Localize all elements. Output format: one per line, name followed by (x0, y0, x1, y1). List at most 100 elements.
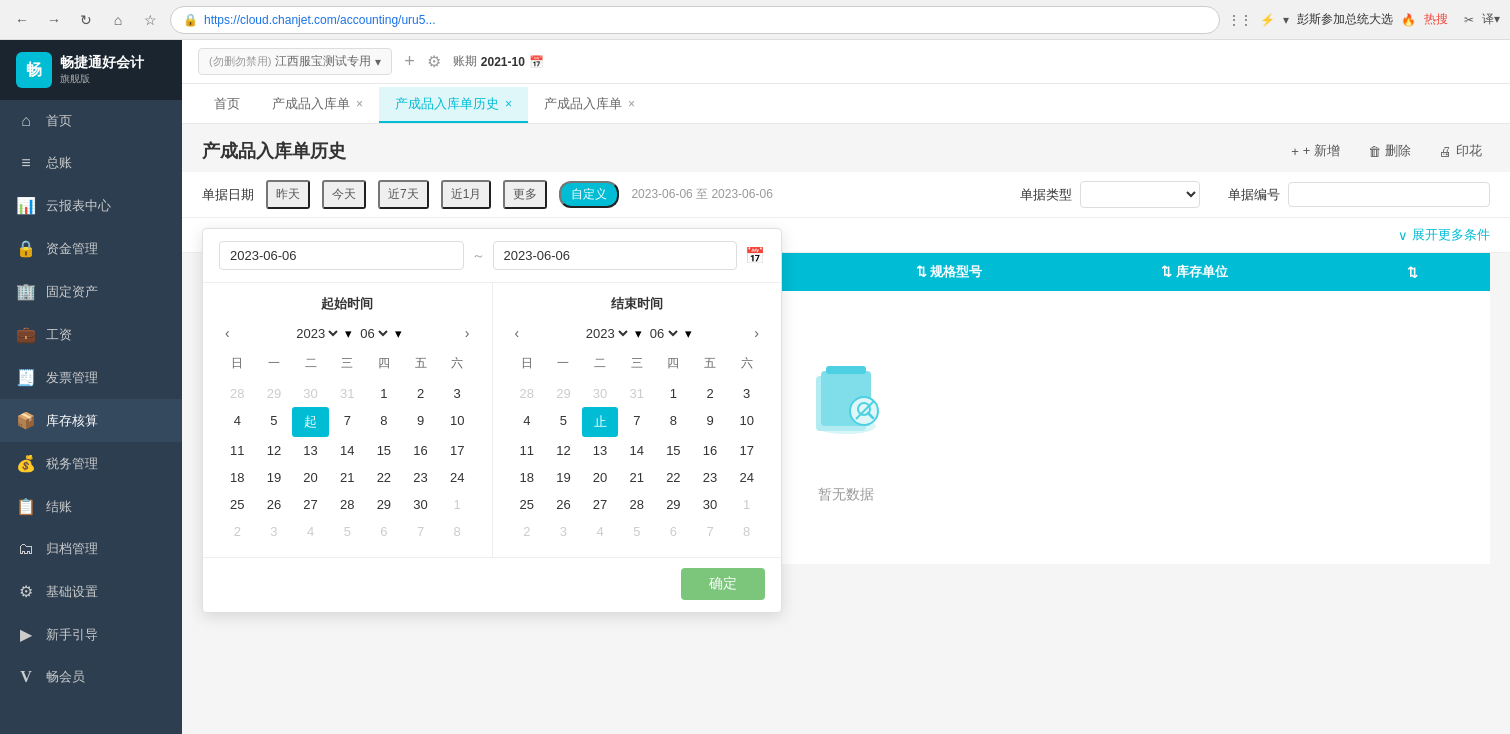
sidebar-item-ledger[interactable]: ≡ 总账 (0, 142, 182, 184)
bookmark-button[interactable]: ☆ (138, 8, 162, 32)
lightning-icon[interactable]: ⚡ (1260, 13, 1275, 27)
cal-day[interactable]: 4 (219, 407, 256, 437)
translate-icon[interactable]: 译▾ (1482, 11, 1500, 28)
cal-day[interactable]: 20 (582, 464, 619, 491)
add-button[interactable]: + + 新增 (1283, 138, 1348, 164)
sidebar-item-assets[interactable]: 🏢 固定资产 (0, 270, 182, 313)
home-button[interactable]: ⌂ (106, 8, 130, 32)
more-btn[interactable]: 更多 (503, 180, 547, 209)
cal-day[interactable]: 1 (439, 491, 476, 518)
cal-day[interactable]: 7 (402, 518, 439, 545)
sidebar-item-inventory[interactable]: 📦 库存核算 (0, 399, 182, 442)
company-select[interactable]: (勿删勿禁用) 江西服宝测试专用 ▾ (198, 48, 392, 75)
cal-day[interactable]: 8 (728, 518, 765, 545)
back-button[interactable]: ← (10, 8, 34, 32)
cal-day[interactable]: 4 (292, 518, 329, 545)
cal-day[interactable]: 8 (655, 407, 692, 437)
cal-day[interactable]: 17 (439, 437, 476, 464)
sidebar-item-archive[interactable]: 🗂 归档管理 (0, 528, 182, 570)
cal-day[interactable]: 5 (256, 407, 293, 437)
cal-day[interactable]: 15 (655, 437, 692, 464)
cal-day[interactable]: 4 (582, 518, 619, 545)
cal-day[interactable]: 19 (256, 464, 293, 491)
cal-day[interactable]: 20 (292, 464, 329, 491)
add-company-icon[interactable]: + (404, 51, 415, 72)
cal-day[interactable]: 13 (582, 437, 619, 464)
start-date-input[interactable]: 2023-06-06 (219, 241, 464, 270)
cal-day[interactable]: 30 (292, 380, 329, 407)
cal-day[interactable]: 1 (655, 380, 692, 407)
sidebar-item-salary[interactable]: 💼 工资 (0, 313, 182, 356)
cal-day[interactable]: 28 (219, 380, 256, 407)
cal-day[interactable]: 1 (728, 491, 765, 518)
cal-day[interactable]: 4 (509, 407, 546, 437)
cal-day[interactable]: 22 (655, 464, 692, 491)
expand-more-btn[interactable]: ∨ 展开更多条件 (1398, 226, 1490, 244)
start-year-select[interactable]: 2023 (292, 325, 341, 342)
cal-day[interactable]: 2 (402, 380, 439, 407)
cal-day[interactable]: 23 (402, 464, 439, 491)
cal-day[interactable]: 2 (509, 518, 546, 545)
cal-day[interactable]: 12 (545, 437, 582, 464)
cal-day[interactable]: 28 (509, 380, 546, 407)
sidebar-item-invoice[interactable]: 🧾 发票管理 (0, 356, 182, 399)
custom-btn[interactable]: 自定义 (559, 181, 619, 208)
cal-day[interactable]: 7 (618, 407, 655, 437)
tab-stock-in-2-close[interactable]: × (628, 97, 635, 111)
cal-day[interactable]: 5 (545, 407, 582, 437)
today-btn[interactable]: 今天 (322, 180, 366, 209)
cal-day[interactable]: 29 (655, 491, 692, 518)
cal-day[interactable]: 3 (256, 518, 293, 545)
cal-day[interactable]: 2 (219, 518, 256, 545)
sidebar-item-reports[interactable]: 📊 云报表中心 (0, 184, 182, 227)
cal-day[interactable]: 9 (402, 407, 439, 437)
cal-day[interactable]: 10 (439, 407, 476, 437)
search-query[interactable]: 彭斯参加总统大选 (1297, 11, 1393, 28)
cal-day[interactable]: 29 (545, 380, 582, 407)
cal-day[interactable]: 17 (728, 437, 765, 464)
cal-day[interactable]: 7 (329, 407, 366, 437)
cal-day[interactable]: 12 (256, 437, 293, 464)
cal-day[interactable]: 30 (692, 491, 729, 518)
cal-day[interactable]: 11 (509, 437, 546, 464)
cal-day[interactable]: 23 (692, 464, 729, 491)
tab-history-close[interactable]: × (505, 97, 512, 111)
cal-day[interactable]: 24 (728, 464, 765, 491)
cal-day[interactable]: 5 (329, 518, 366, 545)
settings-gear-icon[interactable]: ⚙ (427, 52, 441, 71)
start-cal-prev[interactable]: ‹ (219, 323, 236, 343)
cal-day[interactable]: 5 (618, 518, 655, 545)
tab-stock-in-2[interactable]: 产成品入库单 × (528, 87, 651, 123)
cal-day[interactable]: 9 (692, 407, 729, 437)
cal-day[interactable]: 18 (509, 464, 546, 491)
tab-history[interactable]: 产成品入库单历史 × (379, 87, 528, 123)
cal-day[interactable]: 26 (256, 491, 293, 518)
sidebar-item-settings[interactable]: ⚙ 基础设置 (0, 570, 182, 613)
cal-day[interactable]: 28 (618, 491, 655, 518)
cal-day[interactable]: 10 (728, 407, 765, 437)
cal-day[interactable]: 止 (582, 407, 619, 437)
extensions-icon[interactable]: ⋮⋮ (1228, 13, 1252, 27)
cal-day[interactable]: 1 (366, 380, 403, 407)
cal-day[interactable]: 6 (655, 518, 692, 545)
print-button[interactable]: 🖨 印花 (1431, 138, 1490, 164)
cal-day[interactable]: 30 (402, 491, 439, 518)
col-spec[interactable]: ⇅ 规格型号 (904, 253, 1150, 291)
cal-day[interactable]: 22 (366, 464, 403, 491)
cal-day[interactable]: 8 (439, 518, 476, 545)
cal-day[interactable]: 3 (439, 380, 476, 407)
1month-btn[interactable]: 近1月 (441, 180, 492, 209)
dropdown-icon[interactable]: ▾ (1283, 13, 1289, 27)
end-year-select[interactable]: 2023 (582, 325, 631, 342)
end-month-select[interactable]: 06 (646, 325, 681, 342)
col-unit[interactable]: ⇅ 库存单位 (1149, 253, 1395, 291)
cal-day[interactable]: 起 (292, 407, 329, 437)
cal-day[interactable]: 3 (545, 518, 582, 545)
number-filter-input[interactable] (1288, 182, 1490, 207)
sidebar-item-fund[interactable]: 🔒 资金管理 (0, 227, 182, 270)
confirm-button[interactable]: 确定 (681, 568, 765, 600)
cal-day[interactable]: 24 (439, 464, 476, 491)
sidebar-item-checkout[interactable]: 📋 结账 (0, 485, 182, 528)
cal-day[interactable]: 11 (219, 437, 256, 464)
yesterday-btn[interactable]: 昨天 (266, 180, 310, 209)
